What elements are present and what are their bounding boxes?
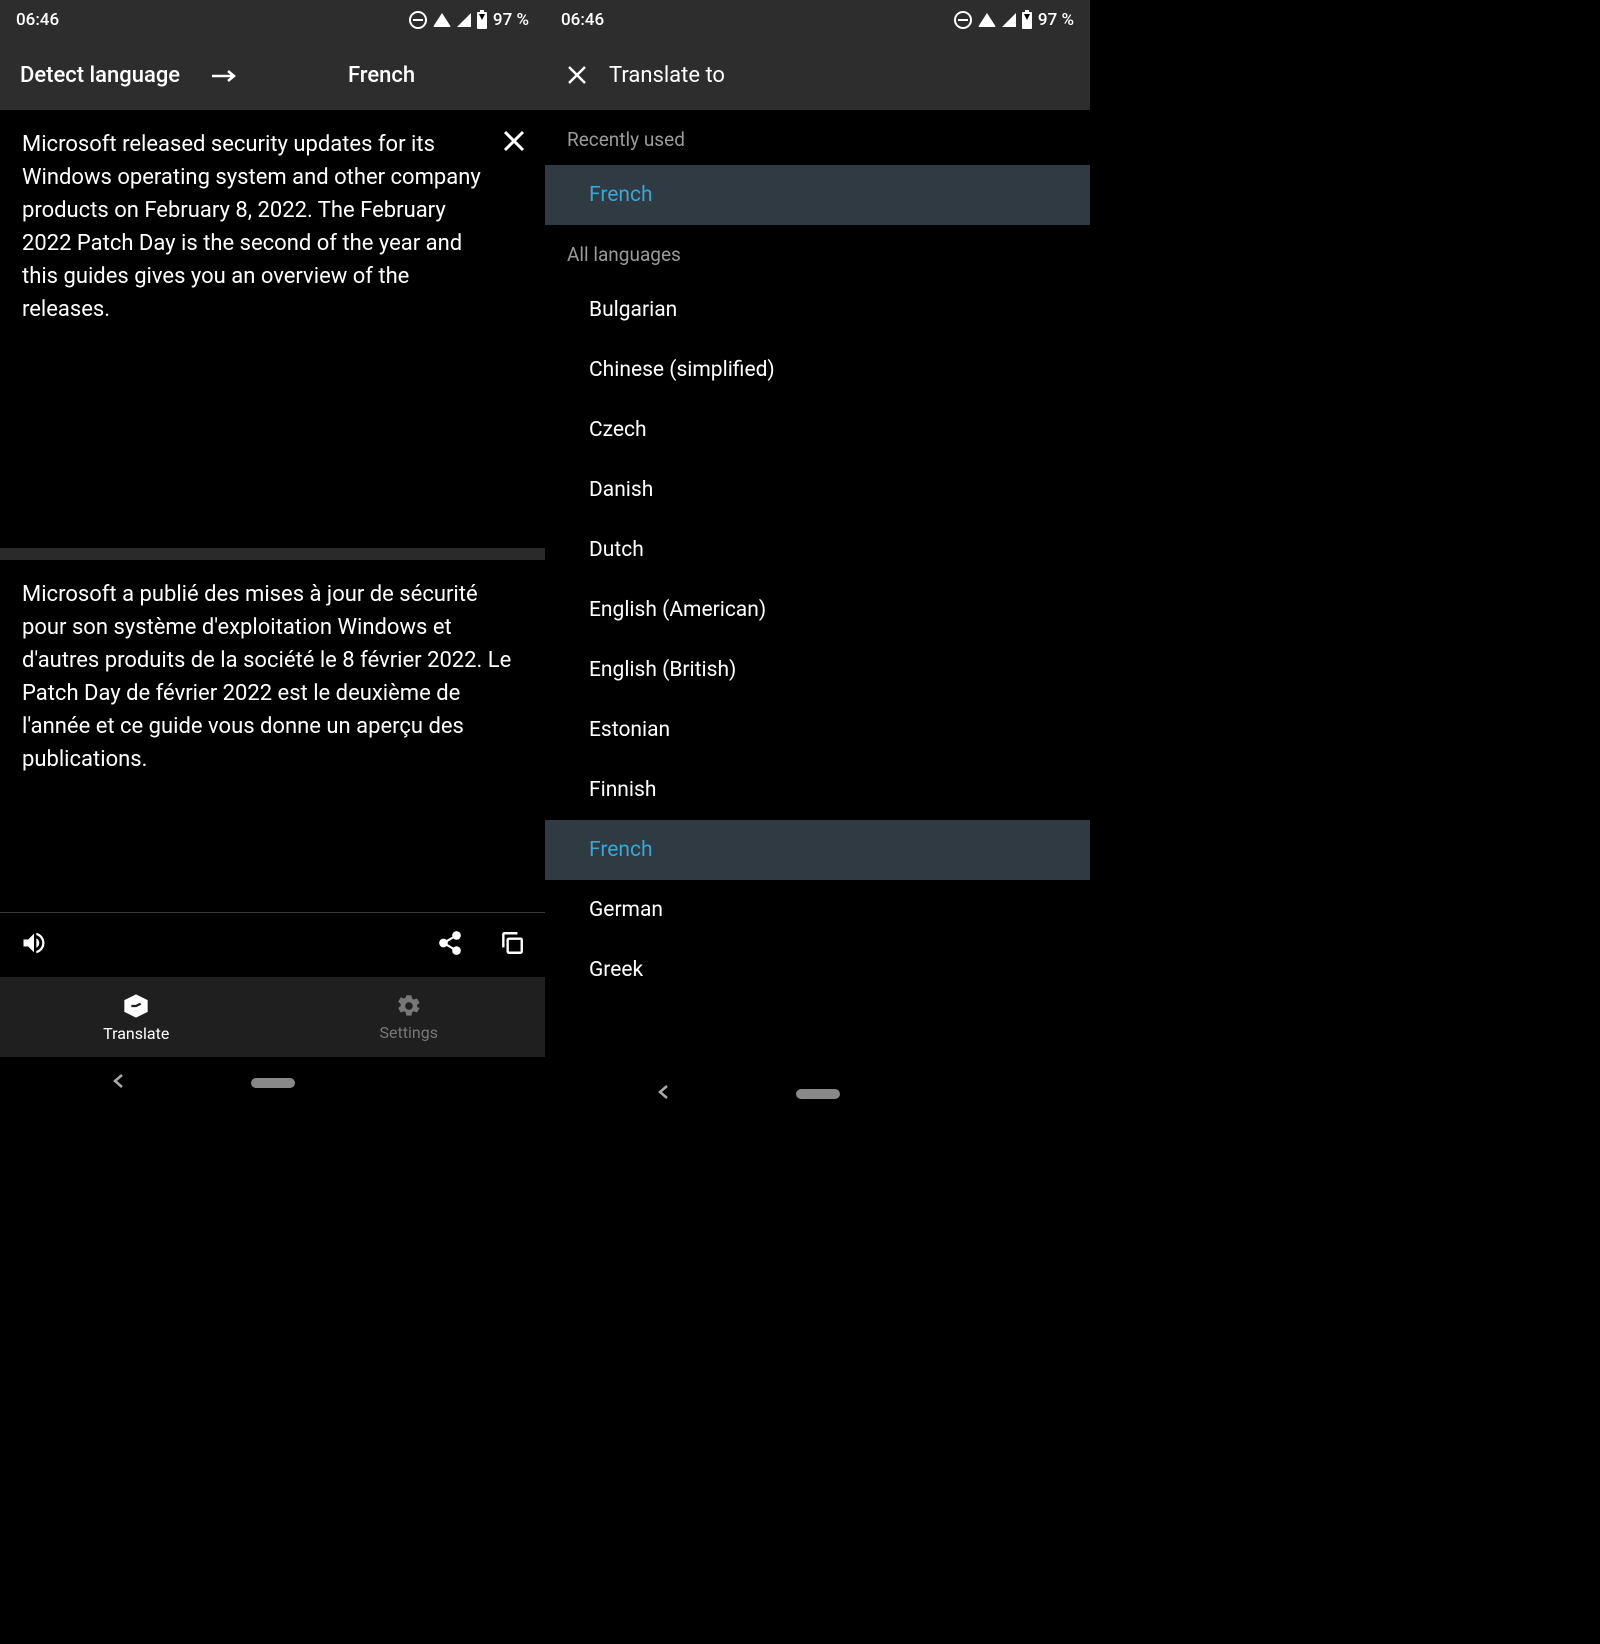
language-option[interactable]: Finnish — [545, 760, 1090, 820]
language-option[interactable]: German — [545, 880, 1090, 940]
speak-button[interactable] — [20, 929, 48, 961]
clear-text-button[interactable] — [501, 128, 527, 158]
nav-home-pill[interactable] — [796, 1089, 840, 1099]
language-header: Detect language French — [0, 40, 545, 110]
copy-button[interactable] — [499, 930, 525, 960]
tab-settings[interactable]: Settings — [273, 977, 546, 1057]
nav-back-button[interactable] — [110, 1072, 128, 1094]
all-section-label: All languages — [545, 225, 1090, 280]
wifi-icon — [978, 13, 996, 27]
language-option[interactable]: French — [545, 165, 1090, 225]
target-language-button[interactable]: French — [238, 63, 525, 88]
translate-icon — [122, 992, 150, 1020]
language-option[interactable]: Chinese (simplified) — [545, 340, 1090, 400]
battery-percent: 97 % — [493, 10, 529, 30]
swap-arrow-icon[interactable] — [210, 60, 238, 90]
pane-divider — [0, 548, 545, 560]
recent-section-label: Recently used — [545, 110, 1090, 165]
language-option[interactable]: Czech — [545, 400, 1090, 460]
translate-screen: 06:46 97 % Detect language French Micros… — [0, 0, 545, 1120]
language-picker-screen: 06:46 97 % Translate to Recently used Fr… — [545, 0, 1090, 1120]
dnd-icon — [954, 11, 972, 29]
bottom-tabs: Translate Settings — [0, 977, 545, 1057]
status-icons: 97 % — [409, 10, 529, 30]
language-option[interactable]: Danish — [545, 460, 1090, 520]
language-option[interactable]: French — [545, 820, 1090, 880]
battery-icon — [477, 12, 487, 29]
nav-home-pill[interactable] — [251, 1078, 295, 1088]
signal-icon — [457, 13, 471, 27]
status-icons: 97 % — [954, 10, 1074, 30]
language-option[interactable]: English (American) — [545, 580, 1090, 640]
tab-settings-label: Settings — [380, 1023, 438, 1042]
source-text: Microsoft released security updates for … — [22, 128, 492, 326]
language-list[interactable]: Recently used French All languages Bulga… — [545, 110, 1090, 1068]
tab-translate-label: Translate — [103, 1024, 169, 1043]
target-text-pane: Microsoft a publié des mises à jour de s… — [0, 560, 545, 912]
battery-icon — [1022, 12, 1032, 29]
gear-icon — [396, 993, 422, 1019]
language-option[interactable]: English (British) — [545, 640, 1090, 700]
signal-icon — [1002, 13, 1016, 27]
wifi-icon — [433, 13, 451, 27]
status-time: 06:46 — [16, 10, 59, 30]
language-option[interactable]: Estonian — [545, 700, 1090, 760]
source-language-button[interactable]: Detect language — [20, 63, 210, 88]
battery-percent: 97 % — [1038, 10, 1074, 30]
status-bar: 06:46 97 % — [0, 0, 545, 40]
dnd-icon — [409, 11, 427, 29]
nav-back-button[interactable] — [655, 1083, 673, 1105]
picker-title: Translate to — [609, 63, 725, 88]
system-navbar — [0, 1057, 545, 1109]
translation-actions — [0, 912, 545, 977]
status-time: 06:46 — [561, 10, 604, 30]
language-option[interactable]: Dutch — [545, 520, 1090, 580]
source-text-pane[interactable]: Microsoft released security updates for … — [0, 110, 545, 548]
language-option[interactable]: Greek — [545, 940, 1090, 1000]
language-option[interactable]: Bulgarian — [545, 280, 1090, 340]
share-button[interactable] — [437, 930, 463, 960]
target-text: Microsoft a publié des mises à jour de s… — [22, 578, 523, 776]
close-button[interactable] — [565, 63, 589, 87]
picker-header: Translate to — [545, 40, 1090, 110]
system-navbar — [545, 1068, 1090, 1120]
status-bar: 06:46 97 % — [545, 0, 1090, 40]
tab-translate[interactable]: Translate — [0, 977, 273, 1057]
